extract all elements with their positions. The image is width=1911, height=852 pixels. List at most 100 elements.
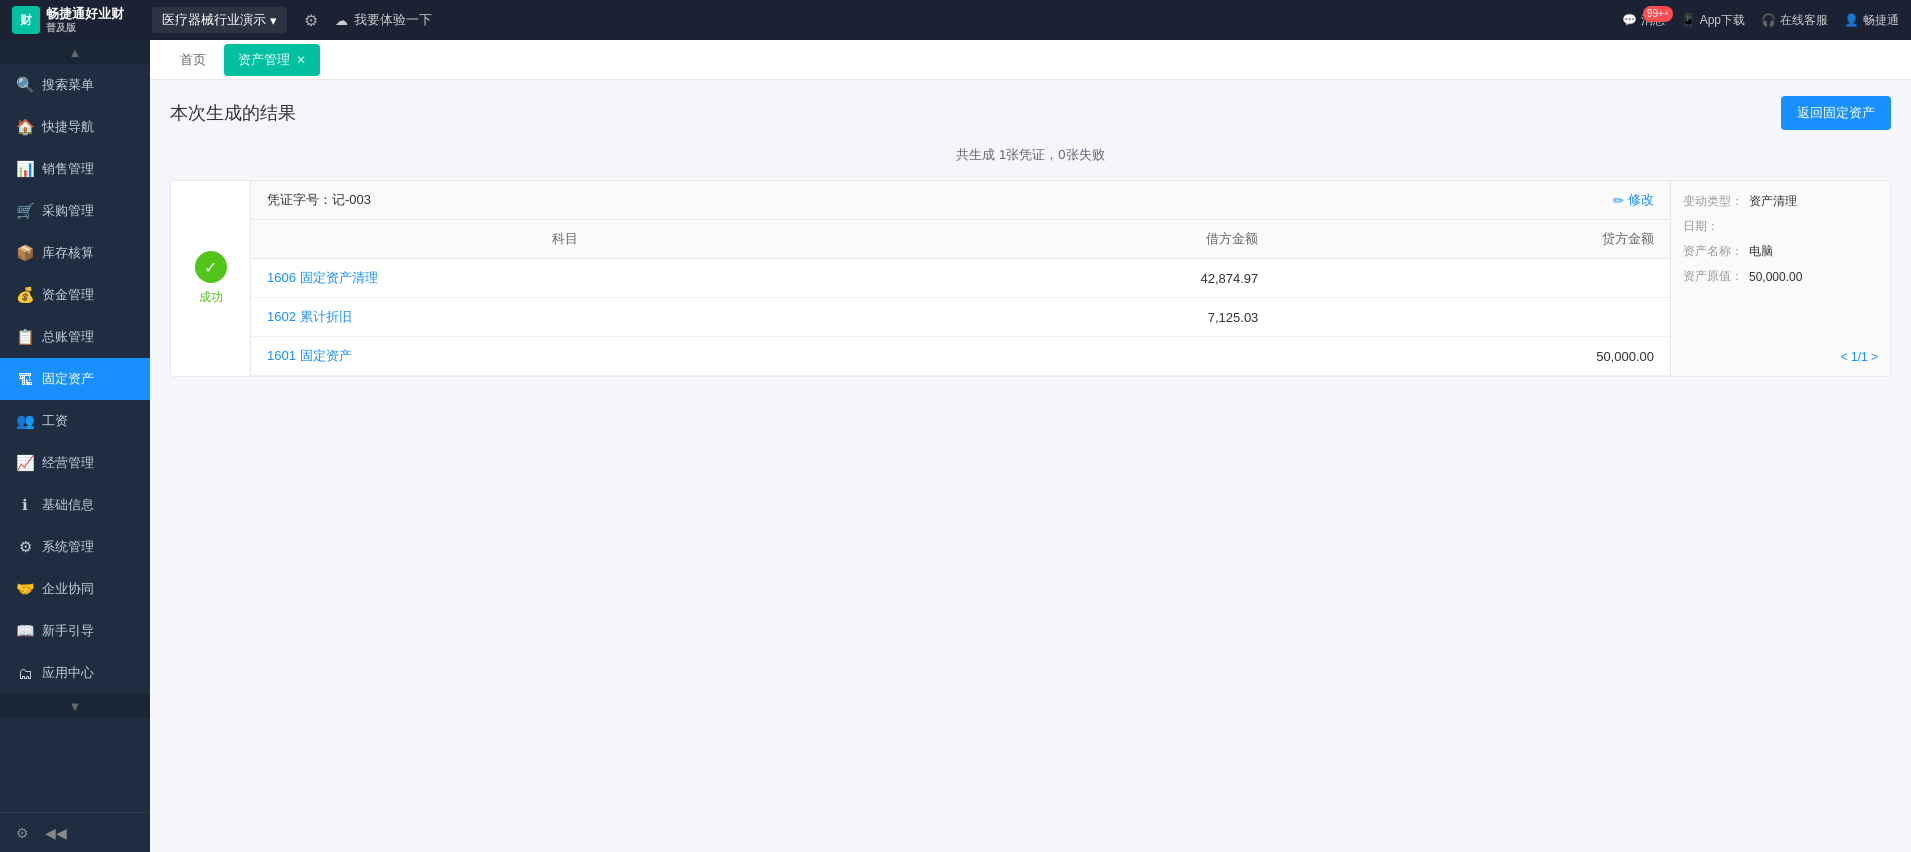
detail-pagination: < 1/1 > [1683,350,1878,364]
user-label: 畅捷通 [1863,12,1899,29]
next-page-icon[interactable]: > [1871,350,1878,364]
search-icon: 🔍 [16,76,34,94]
tab-home-label: 首页 [180,51,206,69]
sidebar-label-search: 搜索菜单 [42,76,94,94]
voucher-container: ✓ 成功 凭证字号：记-003 ✏ 修改 [170,180,1891,377]
sidebar-item-purchase[interactable]: 🛒 采购管理 [0,190,150,232]
settings-icon[interactable]: ⚙ [297,6,325,34]
system-icon: ⚙ [16,538,34,556]
purchase-icon: 🛒 [16,202,34,220]
sidebar-label-apps: 应用中心 [42,664,94,682]
sidebar-label-system: 系统管理 [42,538,94,556]
guide-icon: 📖 [16,622,34,640]
subject-1602: 1602 累计折旧 [251,298,879,337]
voucher-header: 凭证字号：记-003 ✏ 修改 [251,181,1670,220]
edit-label: 修改 [1628,191,1654,209]
logo-title: 畅捷通好业财 [46,6,124,22]
logo-icon: 财 [12,6,40,34]
basic-info-icon: ℹ [16,496,34,514]
sidebar-item-apps[interactable]: 🗂 应用中心 [0,652,150,694]
sidebar-label-fixed-assets: 固定资产 [42,370,94,388]
change-type-label: 变动类型： [1683,193,1743,210]
subject-1606: 1606 固定资产清理 [251,259,879,298]
result-header: 本次生成的结果 返回固定资产 [170,96,1891,130]
topbar-right: 💬 消息 99++ 📱 App下载 🎧 在线客服 👤 畅捷通 [1622,12,1899,29]
detail-change-type: 变动类型： 资产清理 [1683,193,1878,210]
voucher-table: 科目 借方金额 贷方金额 1606 固定资产清理 42,874.97 [251,220,1670,376]
sidebar-label-quicknav: 快捷导航 [42,118,94,136]
sidebar-label-inventory: 库存核算 [42,244,94,262]
collapse-icon[interactable]: ◀◀ [45,825,67,841]
payroll-icon: 👥 [16,412,34,430]
headset-icon: 🎧 [1761,13,1776,27]
sidebar-item-sales[interactable]: 📊 销售管理 [0,148,150,190]
credit-1601: 50,000.00 [1274,337,1670,376]
experience-label: 我要体验一下 [354,11,432,29]
sidebar-scroll-up[interactable]: ▲ [0,40,150,64]
company-name: 医疗器械行业演示 [162,11,266,29]
voucher-main: 凭证字号：记-003 ✏ 修改 科目 借方金额 贷方金额 [251,181,1670,376]
user-icon: 👤 [1844,13,1859,27]
inventory-icon: 📦 [16,244,34,262]
company-selector[interactable]: 医疗器械行业演示 ▾ [152,7,287,33]
sidebar-item-fixed-assets[interactable]: 🏗 固定资产 [0,358,150,400]
result-summary: 共生成 1张凭证，0张失败 [170,146,1891,164]
table-row: 1606 固定资产清理 42,874.97 [251,259,1670,298]
change-type-value: 资产清理 [1749,193,1797,210]
return-button[interactable]: 返回固定资产 [1781,96,1891,130]
edit-icon: ✏ [1613,193,1624,208]
topbar: 财 畅捷通好业财 普及版 医疗器械行业演示 ▾ ⚙ ☁ 我要体验一下 💬 消息 … [0,0,1911,40]
col-subject: 科目 [251,220,879,259]
subject-1601: 1601 固定资产 [251,337,879,376]
tab-asset-management[interactable]: 资产管理 ✕ [224,44,320,76]
credit-1602 [1274,298,1670,337]
pagination-info: 1/1 [1851,350,1871,364]
main-layout: ▲ 🔍 搜索菜单 🏠 快捷导航 📊 销售管理 🛒 采购管理 📦 库存核算 💰 资… [0,40,1911,852]
app-download-button[interactable]: 📱 App下载 [1681,12,1745,29]
sidebar-item-system[interactable]: ⚙ 系统管理 [0,526,150,568]
date-label: 日期： [1683,218,1743,235]
user-profile-button[interactable]: 👤 畅捷通 [1844,12,1899,29]
edit-button[interactable]: ✏ 修改 [1613,191,1654,209]
page-title: 本次生成的结果 [170,101,296,125]
sales-icon: 📊 [16,160,34,178]
sidebar-item-basic-info[interactable]: ℹ 基础信息 [0,484,150,526]
sidebar-item-quicknav[interactable]: 🏠 快捷导航 [0,106,150,148]
settings-bottom-icon[interactable]: ⚙ [16,825,29,841]
experience-button[interactable]: ☁ 我要体验一下 [335,11,432,29]
sidebar-item-inventory[interactable]: 📦 库存核算 [0,232,150,274]
tab-home[interactable]: 首页 [166,44,220,76]
sidebar-item-finance[interactable]: 💰 资金管理 [0,274,150,316]
online-support-label: 在线客服 [1780,12,1828,29]
tab-asset-label: 资产管理 [238,51,290,69]
sidebar-scroll-down[interactable]: ▼ [0,694,150,718]
sidebar-item-operations[interactable]: 📈 经营管理 [0,442,150,484]
table-row: 1602 累计折旧 7,125.03 [251,298,1670,337]
asset-value-value: 50,000.00 [1749,270,1802,284]
credit-1606 [1274,259,1670,298]
ledger-icon: 📋 [16,328,34,346]
messages-button[interactable]: 💬 消息 99++ [1622,12,1665,29]
detail-asset-value: 资产原值： 50,000.00 [1683,268,1878,285]
sidebar-item-guide[interactable]: 📖 新手引导 [0,610,150,652]
phone-icon: 📱 [1681,13,1696,27]
asset-name-label: 资产名称： [1683,243,1743,260]
cloud-icon: ☁ [335,13,348,28]
operations-icon: 📈 [16,454,34,472]
voucher-id: 凭证字号：记-003 [267,191,371,209]
table-row: 1601 固定资产 50,000.00 [251,337,1670,376]
chevron-down-icon: ▾ [270,13,277,28]
sidebar-item-payroll[interactable]: 👥 工资 [0,400,150,442]
sidebar: ▲ 🔍 搜索菜单 🏠 快捷导航 📊 销售管理 🛒 采购管理 📦 库存核算 💰 资… [0,40,150,852]
voucher-detail-panel: 变动类型： 资产清理 日期： 资产名称： 电脑 资产原值： 50,000.00 [1670,181,1890,376]
sidebar-item-collab[interactable]: 🤝 企业协同 [0,568,150,610]
sidebar-item-search[interactable]: 🔍 搜索菜单 [0,64,150,106]
prev-page-icon[interactable]: < [1841,350,1848,364]
success-circle-icon: ✓ [195,251,227,283]
sidebar-label-operations: 经营管理 [42,454,94,472]
sidebar-item-ledger[interactable]: 📋 总账管理 [0,316,150,358]
online-support-button[interactable]: 🎧 在线客服 [1761,12,1828,29]
tab-close-icon[interactable]: ✕ [296,54,306,66]
collab-icon: 🤝 [16,580,34,598]
logo-sub: 普及版 [46,22,124,34]
